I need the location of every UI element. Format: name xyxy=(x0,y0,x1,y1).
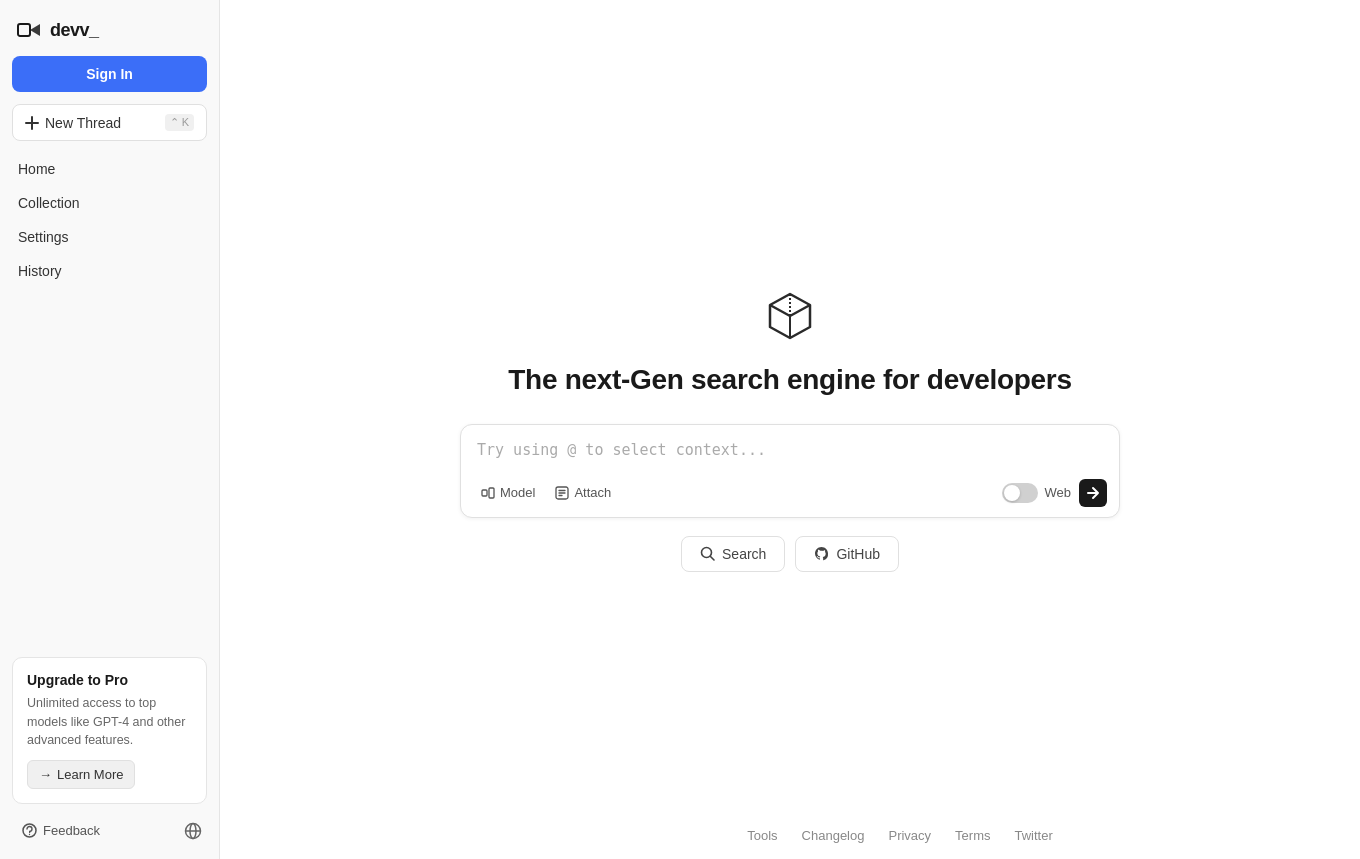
search-quick-button[interactable]: Search xyxy=(681,536,785,572)
search-toolbar: Model Attach Web xyxy=(461,471,1119,517)
new-thread-button[interactable]: New Thread ⌃ K xyxy=(12,104,207,141)
quick-actions: Search GitHub xyxy=(681,536,899,572)
sidebar-item-history[interactable]: History xyxy=(8,255,211,287)
plus-icon xyxy=(25,116,39,130)
search-icon xyxy=(700,546,715,561)
upgrade-card: Upgrade to Pro Unlimited access to top m… xyxy=(12,657,207,804)
attach-button[interactable]: Attach xyxy=(547,480,619,505)
search-input[interactable] xyxy=(477,441,1103,459)
submit-button[interactable] xyxy=(1079,479,1107,507)
sidebar-item-label: History xyxy=(18,263,62,279)
hero-title: The next-Gen search engine for developer… xyxy=(508,364,1071,396)
attach-icon xyxy=(555,486,569,500)
model-icon xyxy=(481,486,495,500)
search-input-row xyxy=(461,425,1119,471)
svg-rect-0 xyxy=(18,24,30,36)
hero-icon xyxy=(762,288,818,348)
main-content: The next-Gen search engine for developer… xyxy=(220,0,1360,859)
learn-more-button[interactable]: → Learn More xyxy=(27,760,135,789)
logo-area: devv_ xyxy=(0,0,219,56)
model-label: Model xyxy=(500,485,535,500)
logo-icon xyxy=(16,16,44,44)
sidebar-bottom: Upgrade to Pro Unlimited access to top m… xyxy=(0,645,219,859)
footer-link-tools[interactable]: Tools xyxy=(747,828,777,843)
nav-menu: Home Collection Settings History xyxy=(0,149,219,645)
feedback-icon xyxy=(22,823,37,838)
github-icon xyxy=(814,546,829,561)
footer-link-changelog[interactable]: Changelog xyxy=(802,828,865,843)
feedback-label: Feedback xyxy=(43,823,100,838)
footer-link-privacy[interactable]: Privacy xyxy=(888,828,931,843)
sidebar-item-collection[interactable]: Collection xyxy=(8,187,211,219)
attach-label: Attach xyxy=(574,485,611,500)
sidebar-item-label: Settings xyxy=(18,229,69,245)
sidebar-item-label: Collection xyxy=(18,195,79,211)
new-thread-shortcut: ⌃ K xyxy=(165,114,194,131)
toolbar-right: Web xyxy=(1002,479,1108,507)
sidebar-item-home[interactable]: Home xyxy=(8,153,211,185)
svg-point-2 xyxy=(29,834,30,835)
upgrade-description: Unlimited access to top models like GPT-… xyxy=(27,694,192,750)
svg-rect-6 xyxy=(489,488,494,498)
learn-more-label: Learn More xyxy=(57,767,123,782)
hero-section: The next-Gen search engine for developer… xyxy=(440,288,1140,572)
search-box: Model Attach Web xyxy=(460,424,1120,518)
page-footer: Tools Changelog Privacy Terms Twitter xyxy=(440,828,1360,843)
arrow-right-icon: → xyxy=(39,767,52,782)
web-label: Web xyxy=(1045,485,1072,500)
web-toggle[interactable] xyxy=(1002,483,1038,503)
logo-text: devv_ xyxy=(50,20,99,41)
github-label: GitHub xyxy=(836,546,880,562)
search-label: Search xyxy=(722,546,766,562)
svg-rect-5 xyxy=(482,490,487,496)
toggle-thumb xyxy=(1004,485,1020,501)
footer-link-twitter[interactable]: Twitter xyxy=(1014,828,1052,843)
new-thread-label: New Thread xyxy=(45,115,121,131)
sidebar-item-settings[interactable]: Settings xyxy=(8,221,211,253)
upgrade-title: Upgrade to Pro xyxy=(27,672,192,688)
sidebar-footer: Feedback xyxy=(12,812,207,847)
model-button[interactable]: Model xyxy=(473,480,543,505)
sidebar: devv_ Sign In New Thread ⌃ K Home Collec… xyxy=(0,0,220,859)
feedback-button[interactable]: Feedback xyxy=(16,818,106,843)
footer-link-terms[interactable]: Terms xyxy=(955,828,990,843)
web-toggle-area: Web xyxy=(1002,483,1072,503)
arrow-right-icon xyxy=(1086,486,1100,500)
globe-icon[interactable] xyxy=(183,821,203,841)
sidebar-item-label: Home xyxy=(18,161,55,177)
sign-in-button[interactable]: Sign In xyxy=(12,56,207,92)
github-quick-button[interactable]: GitHub xyxy=(795,536,899,572)
